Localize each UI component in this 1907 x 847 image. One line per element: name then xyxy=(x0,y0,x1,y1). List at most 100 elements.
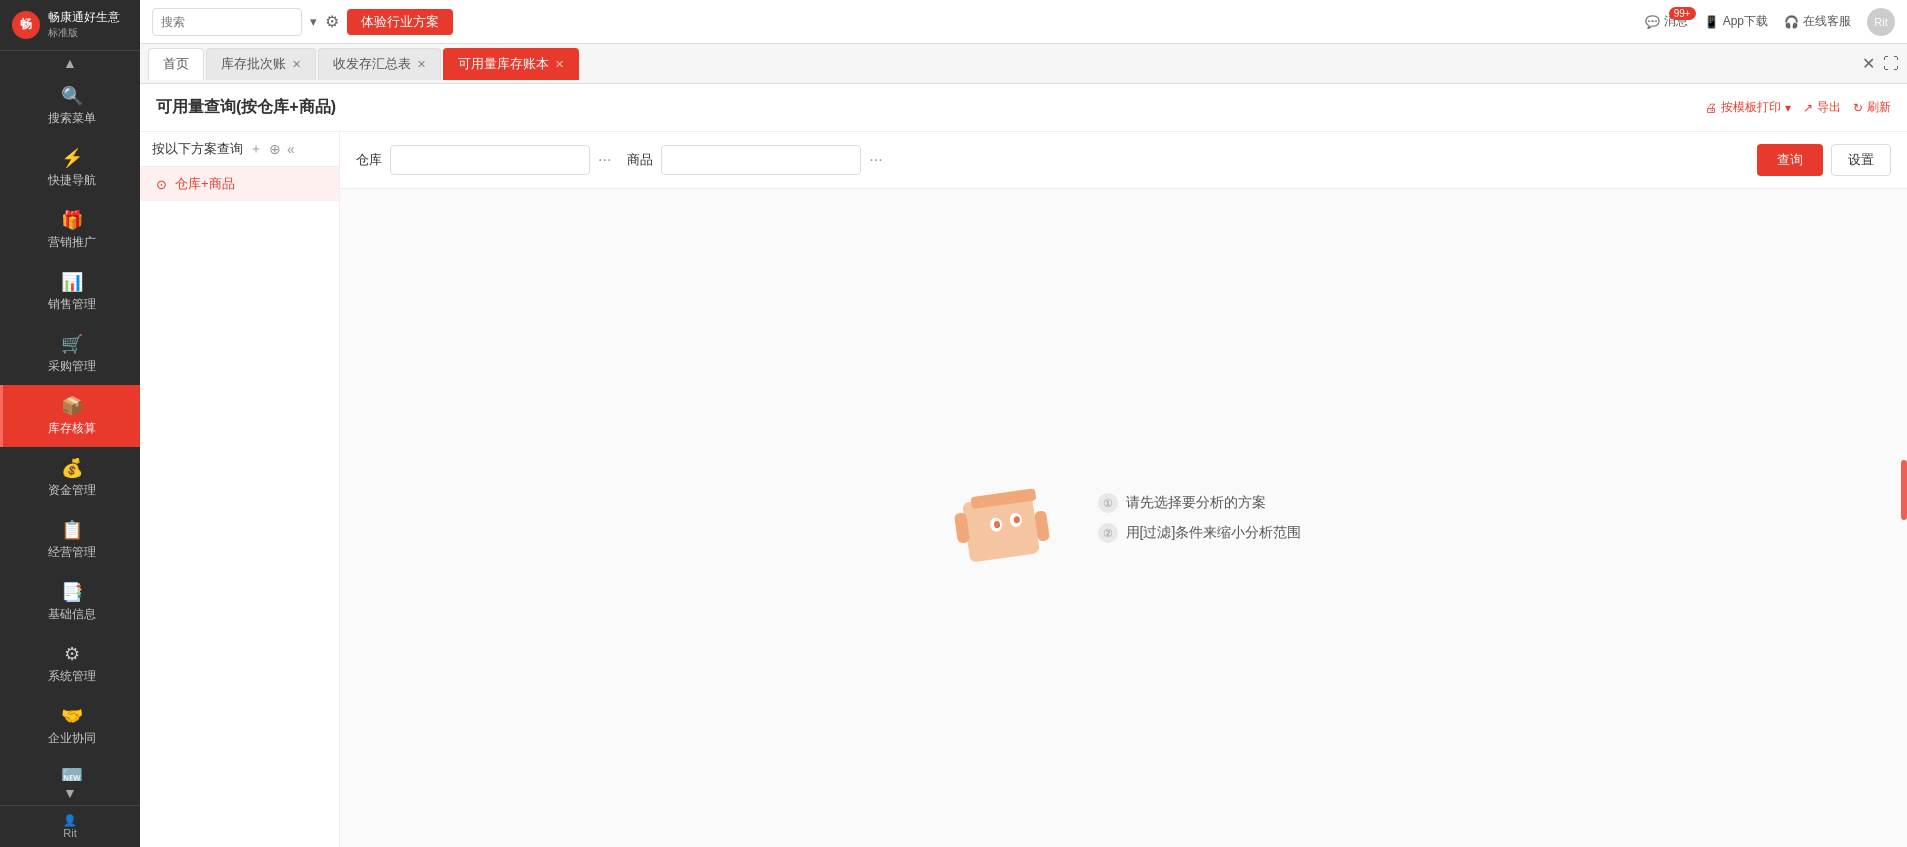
sidebar-item-label: 资金管理 xyxy=(48,482,96,499)
tabs-bar: 首页 库存批次账 ✕ 收发存汇总表 ✕ 可用量库存账本 ✕ ✕ ⛶ xyxy=(140,44,1907,84)
query-button[interactable]: 查询 xyxy=(1757,144,1823,176)
refresh-button[interactable]: ↻ 刷新 xyxy=(1853,99,1891,116)
sidebar-item-label: 系统管理 xyxy=(48,668,96,685)
hint-label-1: 请先选择要分析的方案 xyxy=(1126,494,1266,512)
service-label: 在线客服 xyxy=(1803,13,1851,30)
dropdown-chevron-icon: ▾ xyxy=(310,14,317,29)
warehouse-filter-input[interactable] xyxy=(390,145,590,175)
tab-batch-close[interactable]: ✕ xyxy=(292,58,301,71)
sidebar-item-marketing[interactable]: 🎁 营销推广 xyxy=(0,199,140,261)
print-label: 按模板打印 xyxy=(1721,99,1781,116)
guide-icon: 🆕 xyxy=(61,767,83,781)
sidebar-item-label: 库存核算 xyxy=(48,420,96,437)
sidebar-item-label: 搜索菜单 xyxy=(48,110,96,127)
tab-summary[interactable]: 收发存汇总表 ✕ xyxy=(318,48,441,80)
message-badge: 99+ xyxy=(1669,7,1696,20)
sidebar-item-finance[interactable]: 💰 资金管理 xyxy=(0,447,140,509)
sidebar-item-sales[interactable]: 📊 销售管理 xyxy=(0,261,140,323)
topbar-right: 💬 消息 99+ 📱 App下载 🎧 在线客服 Rit xyxy=(1645,8,1895,36)
export-icon: ↗ xyxy=(1803,101,1813,115)
marketing-icon: 🎁 xyxy=(61,209,83,231)
quick-nav-icon: ⚡ xyxy=(61,147,83,169)
export-button[interactable]: ↗ 导出 xyxy=(1803,99,1841,116)
main-area: ▾ ⚙ 体验行业方案 💬 消息 99+ 📱 App下载 🎧 在线客服 Rit xyxy=(140,0,1907,847)
tab-summary-close[interactable]: ✕ xyxy=(417,58,426,71)
right-panel: 仓库 ··· 商品 ··· 查询 设置 xyxy=(340,132,1907,847)
scrollbar-indicator[interactable] xyxy=(1901,460,1907,520)
sidebar-item-label: 基础信息 xyxy=(48,606,96,623)
tab-close-all-button[interactable]: ✕ xyxy=(1862,54,1875,73)
add-scheme-button[interactable]: ＋ xyxy=(249,140,263,158)
empty-svg-icon xyxy=(946,458,1066,578)
settings-scheme-button[interactable]: ⊕ xyxy=(269,141,281,157)
sidebar-logo: 畅 畅康通好生意 标准版 xyxy=(0,0,140,51)
empty-text: ① 请先选择要分析的方案 ② 用[过滤]条件来缩小分析范围 xyxy=(1098,493,1302,543)
online-service-button[interactable]: 🎧 在线客服 xyxy=(1784,13,1851,30)
sidebar-user[interactable]: 👤 Rit xyxy=(0,805,140,847)
warehouse-goods-icon: ⊙ xyxy=(156,177,167,192)
print-button[interactable]: 🖨 按模板打印 ▾ xyxy=(1705,99,1791,116)
app-edition: 标准版 xyxy=(48,26,120,40)
sidebar-item-label: 企业协同 xyxy=(48,730,96,747)
goods-filter-group: 商品 ··· xyxy=(627,145,882,175)
topbar-dropdown[interactable]: ▾ xyxy=(310,14,317,29)
sidebar-scroll-down[interactable]: ▼ xyxy=(0,781,140,805)
sidebar-item-system[interactable]: ⚙ 系统管理 xyxy=(0,633,140,695)
goods-filter-label: 商品 xyxy=(627,151,653,169)
page-header: 可用量查询(按仓库+商品) 🖨 按模板打印 ▾ ↗ 导出 ↻ 刷新 xyxy=(140,84,1907,132)
sidebar-item-guide[interactable]: 🆕 新手引导 xyxy=(0,757,140,781)
sidebar-item-purchase[interactable]: 🛒 采购管理 xyxy=(0,323,140,385)
topbar-search-input[interactable] xyxy=(152,8,302,36)
sidebar-scroll-up[interactable]: ▲ xyxy=(0,51,140,75)
scheme-item-label: 仓库+商品 xyxy=(175,175,235,193)
trial-button[interactable]: 体验行业方案 xyxy=(347,9,453,35)
message-icon: 💬 xyxy=(1645,15,1660,29)
refresh-icon: ↻ xyxy=(1853,101,1863,115)
left-panel: 按以下方案查询 ＋ ⊕ « ⊙ 仓库+商品 xyxy=(140,132,340,847)
tab-home[interactable]: 首页 xyxy=(148,48,204,80)
page-header-right: 🖨 按模板打印 ▾ ↗ 导出 ↻ 刷新 xyxy=(1705,99,1891,116)
sidebar-item-label: 快捷导航 xyxy=(48,172,96,189)
topbar: ▾ ⚙ 体验行业方案 💬 消息 99+ 📱 App下载 🎧 在线客服 Rit xyxy=(140,0,1907,44)
tab-available-close[interactable]: ✕ xyxy=(555,58,564,71)
sidebar-item-basic[interactable]: 📑 基础信息 xyxy=(0,571,140,633)
sidebar-item-enterprise[interactable]: 🤝 企业协同 xyxy=(0,695,140,757)
app-label: App下载 xyxy=(1723,13,1768,30)
export-label: 导出 xyxy=(1817,99,1841,116)
goods-filter-more[interactable]: ··· xyxy=(869,151,882,169)
tab-available[interactable]: 可用量库存账本 ✕ xyxy=(443,48,579,80)
tab-batch[interactable]: 库存批次账 ✕ xyxy=(206,48,316,80)
avatar[interactable]: Rit xyxy=(1867,8,1895,36)
content-area: 按以下方案查询 ＋ ⊕ « ⊙ 仓库+商品 仓库 ··· 商品 xyxy=(140,132,1907,847)
app-download-button[interactable]: 📱 App下载 xyxy=(1704,13,1768,30)
collapse-panel-button[interactable]: « xyxy=(287,141,295,157)
message-button[interactable]: 💬 消息 99+ xyxy=(1645,13,1688,30)
sidebar-item-quick-nav[interactable]: ⚡ 快捷导航 xyxy=(0,137,140,199)
refresh-label: 刷新 xyxy=(1867,99,1891,116)
tab-expand-button[interactable]: ⛶ xyxy=(1883,55,1899,73)
scheme-item-warehouse-goods[interactable]: ⊙ 仓库+商品 xyxy=(140,167,339,201)
filter-row: 仓库 ··· 商品 ··· 查询 设置 xyxy=(340,132,1907,189)
goods-filter-input[interactable] xyxy=(661,145,861,175)
tabs-bar-right: ✕ ⛶ xyxy=(1862,54,1899,73)
warehouse-filter-group: 仓库 ··· xyxy=(356,145,611,175)
sidebar-item-search[interactable]: 🔍 搜索菜单 xyxy=(0,75,140,137)
scheme-header-label: 按以下方案查询 xyxy=(152,140,243,158)
gear-icon[interactable]: ⚙ xyxy=(325,12,339,31)
tab-batch-label: 库存批次账 xyxy=(221,55,286,73)
sidebar-nav: 🔍 搜索菜单 ⚡ 快捷导航 🎁 营销推广 📊 销售管理 🛒 采购管理 📦 库存核… xyxy=(0,75,140,781)
user-icon: 👤 xyxy=(63,814,77,827)
search-icon: 🔍 xyxy=(61,85,83,107)
basic-icon: 📑 xyxy=(61,581,83,603)
tab-available-label: 可用量库存账本 xyxy=(458,55,549,73)
warehouse-filter-more[interactable]: ··· xyxy=(598,151,611,169)
phone-icon: 📱 xyxy=(1704,15,1719,29)
sales-icon: 📊 xyxy=(61,271,83,293)
sidebar-item-inventory[interactable]: 📦 库存核算 xyxy=(0,385,140,447)
sidebar-item-operation[interactable]: 📋 经营管理 xyxy=(0,509,140,571)
hint-label-2: 用[过滤]条件来缩小分析范围 xyxy=(1126,524,1302,542)
empty-state: ① 请先选择要分析的方案 ② 用[过滤]条件来缩小分析范围 xyxy=(340,189,1907,847)
filter-actions: 查询 设置 xyxy=(1757,144,1891,176)
empty-hint-1: ① 请先选择要分析的方案 xyxy=(1098,493,1302,513)
settings-button[interactable]: 设置 xyxy=(1831,144,1891,176)
